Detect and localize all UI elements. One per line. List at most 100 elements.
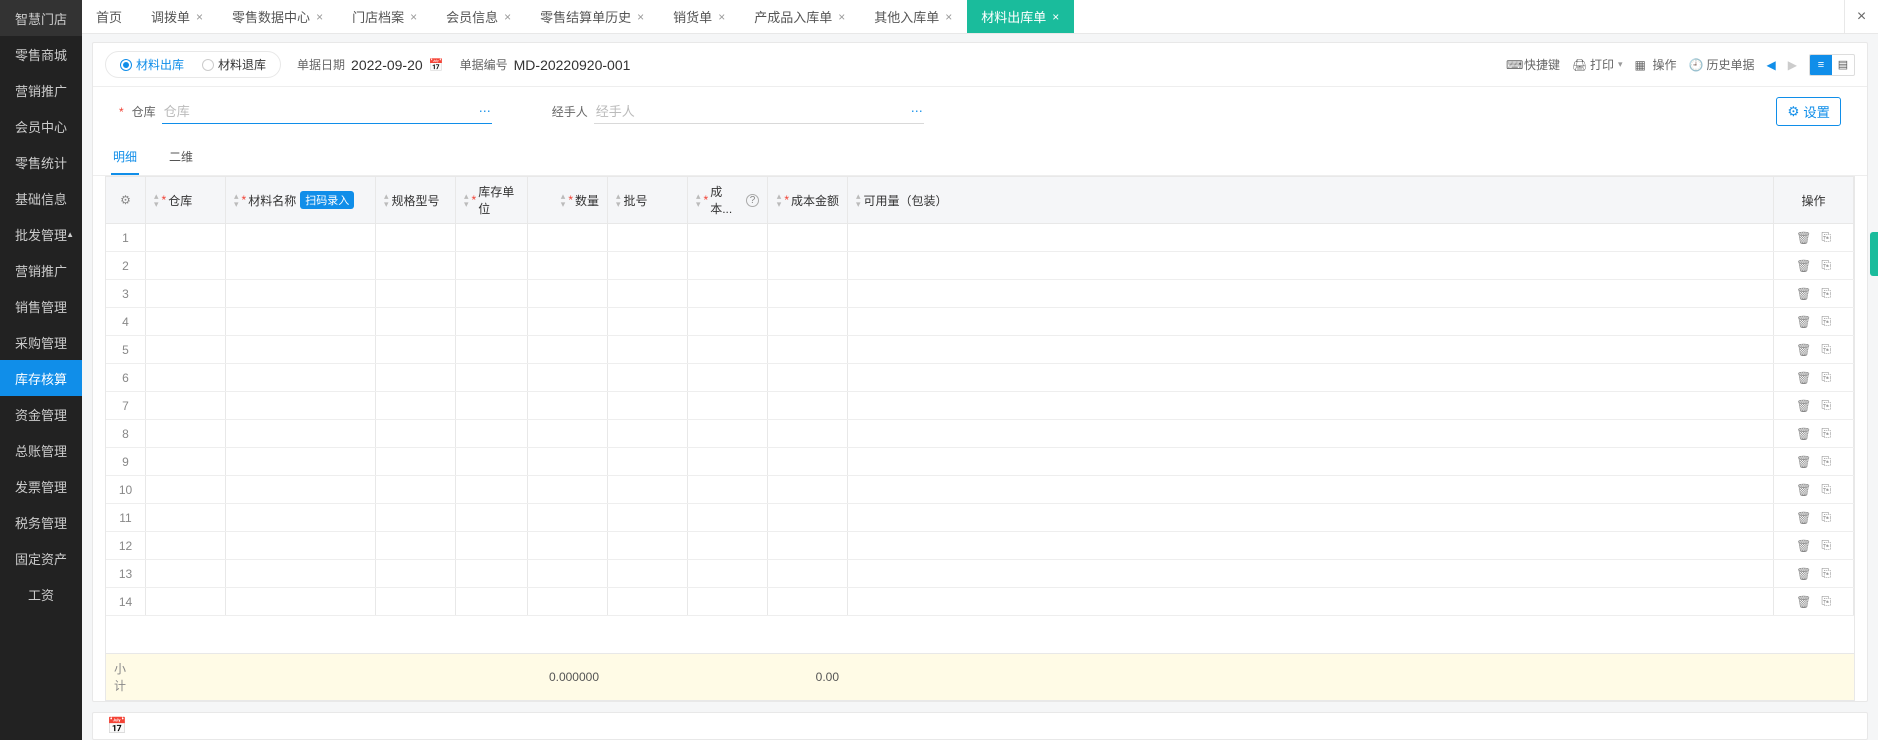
cell-material[interactable]: [226, 392, 376, 419]
cell-unit[interactable]: [456, 476, 528, 503]
cell-qty[interactable]: [528, 532, 608, 559]
cell-available[interactable]: [848, 532, 1774, 559]
copy-row-icon[interactable]: ⎘: [1821, 510, 1831, 525]
cell-batch[interactable]: [608, 588, 688, 615]
radio-material-out[interactable]: 材料出库: [120, 56, 184, 73]
cell-warehouse[interactable]: [146, 336, 226, 363]
close-all-tabs-button[interactable]: ×: [1844, 0, 1878, 33]
sidebar-item[interactable]: 营销推广: [0, 72, 82, 108]
close-icon[interactable]: ×: [410, 10, 417, 24]
cell-amount[interactable]: [768, 336, 848, 363]
cell-cost[interactable]: [688, 504, 768, 531]
cell-cost[interactable]: [688, 560, 768, 587]
cell-unit[interactable]: [456, 420, 528, 447]
cell-spec[interactable]: [376, 476, 456, 503]
delete-row-icon[interactable]: 🗑: [1796, 399, 1811, 413]
view-card-button[interactable]: ▤: [1832, 55, 1854, 75]
cell-warehouse[interactable]: [146, 560, 226, 587]
cell-warehouse[interactable]: [146, 392, 226, 419]
copy-row-icon[interactable]: ⎘: [1821, 426, 1831, 441]
cell-batch[interactable]: [608, 476, 688, 503]
cell-batch[interactable]: [608, 364, 688, 391]
cell-cost[interactable]: [688, 476, 768, 503]
cell-amount[interactable]: [768, 588, 848, 615]
delete-row-icon[interactable]: 🗑: [1796, 483, 1811, 497]
cell-warehouse[interactable]: [146, 420, 226, 447]
close-icon[interactable]: ×: [718, 10, 725, 24]
col-settings[interactable]: ⚙: [106, 177, 146, 223]
cell-material[interactable]: [226, 588, 376, 615]
table-row[interactable]: 1🗑⎘: [106, 224, 1854, 252]
delete-row-icon[interactable]: 🗑: [1796, 511, 1811, 525]
tab[interactable]: 其他入库单×: [860, 0, 967, 33]
cell-batch[interactable]: [608, 280, 688, 307]
cell-cost[interactable]: [688, 280, 768, 307]
close-icon[interactable]: ×: [196, 10, 203, 24]
delete-row-icon[interactable]: 🗑: [1796, 539, 1811, 553]
cell-material[interactable]: [226, 364, 376, 391]
delete-row-icon[interactable]: 🗑: [1796, 287, 1811, 301]
cell-spec[interactable]: [376, 392, 456, 419]
table-row[interactable]: 4🗑⎘: [106, 308, 1854, 336]
copy-row-icon[interactable]: ⎘: [1821, 370, 1831, 385]
cell-amount[interactable]: [768, 224, 848, 251]
cell-spec[interactable]: [376, 336, 456, 363]
cell-warehouse[interactable]: [146, 280, 226, 307]
copy-row-icon[interactable]: ⎘: [1821, 230, 1831, 245]
tab[interactable]: 调拨单×: [137, 0, 218, 33]
close-icon[interactable]: ×: [637, 10, 644, 24]
cell-cost[interactable]: [688, 392, 768, 419]
cell-amount[interactable]: [768, 420, 848, 447]
handler-lookup-button[interactable]: ⋯: [911, 104, 924, 118]
copy-row-icon[interactable]: ⎘: [1821, 566, 1831, 581]
grid-body[interactable]: 1🗑⎘2🗑⎘3🗑⎘4🗑⎘5🗑⎘6🗑⎘7🗑⎘8🗑⎘9🗑⎘10🗑⎘11🗑⎘12🗑⎘1…: [106, 224, 1854, 653]
col-amount[interactable]: ▴▾*成本金额: [768, 177, 848, 223]
cell-available[interactable]: [848, 308, 1774, 335]
cell-available[interactable]: [848, 252, 1774, 279]
tab[interactable]: 材料出库单×: [967, 0, 1074, 33]
cell-material[interactable]: [226, 336, 376, 363]
calendar-icon[interactable]: 📅: [429, 58, 444, 72]
cell-cost[interactable]: [688, 252, 768, 279]
table-row[interactable]: 7🗑⎘: [106, 392, 1854, 420]
cell-batch[interactable]: [608, 308, 688, 335]
cell-spec[interactable]: [376, 308, 456, 335]
cell-cost[interactable]: [688, 532, 768, 559]
table-row[interactable]: 12🗑⎘: [106, 532, 1854, 560]
cell-unit[interactable]: [456, 308, 528, 335]
delete-row-icon[interactable]: 🗑: [1796, 595, 1811, 609]
cell-unit[interactable]: [456, 448, 528, 475]
cell-cost[interactable]: [688, 448, 768, 475]
cell-unit[interactable]: [456, 392, 528, 419]
cell-cost[interactable]: [688, 364, 768, 391]
cell-cost[interactable]: [688, 336, 768, 363]
delete-row-icon[interactable]: 🗑: [1796, 455, 1811, 469]
copy-row-icon[interactable]: ⎘: [1821, 538, 1831, 553]
cell-amount[interactable]: [768, 532, 848, 559]
cell-spec[interactable]: [376, 560, 456, 587]
cell-material[interactable]: [226, 448, 376, 475]
cell-qty[interactable]: [528, 420, 608, 447]
cell-material[interactable]: [226, 280, 376, 307]
sidebar-item[interactable]: 资金管理: [0, 396, 82, 432]
cell-material[interactable]: [226, 308, 376, 335]
table-row[interactable]: 14🗑⎘: [106, 588, 1854, 616]
cell-amount[interactable]: [768, 476, 848, 503]
col-cost[interactable]: ▴▾*成本...?: [688, 177, 768, 223]
cell-warehouse[interactable]: [146, 588, 226, 615]
col-qty[interactable]: ▴▾*数量: [528, 177, 608, 223]
cell-spec[interactable]: [376, 364, 456, 391]
table-row[interactable]: 9🗑⎘: [106, 448, 1854, 476]
cell-warehouse[interactable]: [146, 504, 226, 531]
cell-batch[interactable]: [608, 560, 688, 587]
cell-warehouse[interactable]: [146, 224, 226, 251]
close-icon[interactable]: ×: [838, 10, 845, 24]
cell-warehouse[interactable]: [146, 448, 226, 475]
cell-batch[interactable]: [608, 504, 688, 531]
scan-entry-button[interactable]: 扫码录入: [300, 191, 354, 209]
bottom-panel[interactable]: 📅: [92, 712, 1868, 740]
cell-batch[interactable]: [608, 532, 688, 559]
copy-row-icon[interactable]: ⎘: [1821, 286, 1831, 301]
cell-qty[interactable]: [528, 336, 608, 363]
delete-row-icon[interactable]: 🗑: [1796, 427, 1811, 441]
